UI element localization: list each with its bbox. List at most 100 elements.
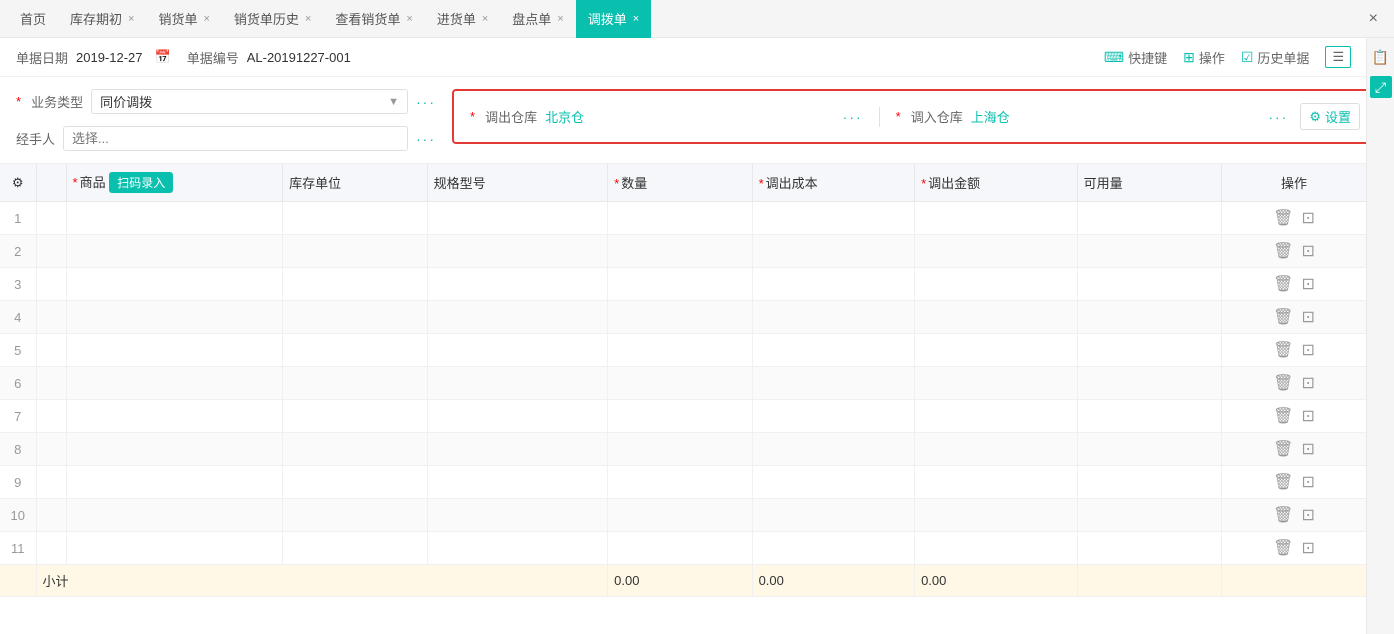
delete-icon-2[interactable]: 🗑 [1273,241,1293,261]
copy-icon-10[interactable]: ⊡ [1301,505,1314,525]
delete-icon-11[interactable]: 🗑 [1273,538,1293,558]
sidebar-note-icon[interactable]: 📋 [1370,46,1392,68]
out-warehouse-dots[interactable]: ··· [843,109,863,125]
copy-icon-4[interactable]: ⊡ [1301,307,1314,327]
tab-close-view-sales[interactable]: × [406,13,412,25]
toolbar-right: ⌨ 快捷键 ⊞ 操作 ☑ 历史单据 ☰ ⊟ [1104,46,1378,68]
row-num-5: 5 [0,334,36,367]
handler-input[interactable] [72,131,399,146]
row-num-9: 9 [0,466,36,499]
delete-icon-4[interactable]: 🗑 [1273,307,1293,327]
tab-close-sales-order[interactable]: × [203,13,209,25]
in-warehouse-dots[interactable]: ··· [1268,109,1288,125]
subtotal-qty: 0.00 [608,565,752,597]
required-star-business: * [16,94,21,109]
table-row: 9 🗑 ⊡ [0,466,1366,499]
business-type-input[interactable] [100,94,388,109]
tab-sales-order[interactable]: 销货单 × [146,0,221,38]
handler-dots[interactable]: ··· [416,131,436,147]
copy-icon-8[interactable]: ⊡ [1301,439,1314,459]
in-warehouse-field: * 调入仓库 上海仓 ··· [896,107,1289,126]
toolbar-left: 单据日期 2019-12-27 📅 单据编号 AL-20191227-001 [16,48,351,67]
row-num-3: 3 [0,268,36,301]
copy-icon-6[interactable]: ⊡ [1301,373,1314,393]
dropdown-arrow-icon[interactable]: ▼ [388,96,399,108]
row-num-10: 10 [0,499,36,532]
main-table: ⚙ *商品 扫码录入 库存单位 规格型号 [0,164,1366,597]
tab-close-purchase-order[interactable]: × [482,13,488,25]
col-amount: *调出金额 [915,164,1078,202]
col-settings[interactable]: ⚙ [0,164,36,202]
calendar-icon[interactable]: 📅 [155,49,171,65]
table-gear-icon[interactable]: ⚙ [12,175,24,190]
tab-purchase-order[interactable]: 进货单 × [425,0,500,38]
copy-icon-7[interactable]: ⊡ [1301,406,1314,426]
shortcuts-button[interactable]: ⌨ 快捷键 [1104,48,1167,67]
business-type-dots[interactable]: ··· [416,94,436,110]
window-close-button[interactable]: × [1361,10,1386,28]
table-row: 1 🗑⊡ [0,202,1366,235]
business-type-select[interactable]: ▼ [91,89,408,114]
tab-sales-history[interactable]: 销货单历史 × [222,0,323,38]
content-body: ⚙ *商品 扫码录入 库存单位 规格型号 [0,164,1366,597]
col-avail: 可用量 [1077,164,1221,202]
delete-icon-6[interactable]: 🗑 [1273,373,1293,393]
subtotal-row: 小计 0.00 0.00 0.00 [0,565,1366,597]
delete-icon-9[interactable]: 🗑 [1273,472,1293,492]
row-num-8: 8 [0,433,36,466]
layout1-icon: ☰ [1332,49,1344,65]
in-warehouse-value: 上海仓 [971,107,1010,126]
out-warehouse-label: 调出仓库 [485,107,537,126]
row-num-6: 6 [0,367,36,400]
layout1-button[interactable]: ☰ [1325,46,1351,68]
business-type-label: 业务类型 [31,92,83,111]
tab-close-transfer-order[interactable]: × [633,13,639,25]
col-unit: 库存单位 [283,164,427,202]
required-star-out: * [470,109,475,124]
tab-transfer-order[interactable]: 调拨单 × [576,0,651,38]
delete-icon-3[interactable]: 🗑 [1273,274,1293,294]
table-row: 10 🗑 ⊡ [0,499,1366,532]
copy-icon-11[interactable]: ⊡ [1301,538,1314,558]
delete-icon-10[interactable]: 🗑 [1273,505,1293,525]
copy-icon-1[interactable]: ⊡ [1301,208,1314,228]
sidebar-expand-icon[interactable]: ⤢ [1370,76,1392,98]
tab-view-sales[interactable]: 查看销货单 × [323,0,424,38]
copy-icon-2[interactable]: ⊡ [1301,241,1314,261]
tab-close-inventory-count[interactable]: × [557,13,563,25]
col-cost: *调出成本 [752,164,915,202]
copy-icon-9[interactable]: ⊡ [1301,472,1314,492]
date-value: 2019-12-27 [76,50,143,65]
tab-inventory-count[interactable]: 盘点单 × [500,0,575,38]
col-spec: 规格型号 [427,164,608,202]
warehouse-panel: * 调出仓库 北京仓 ··· * 调入仓库 上海仓 ··· ⚙ 设置 [452,89,1378,144]
subtotal-label: 小计 [36,565,608,597]
warehouse-settings-button[interactable]: ⚙ 设置 [1300,103,1360,130]
copy-icon-5[interactable]: ⊡ [1301,340,1314,360]
col-op: 操作 [1222,164,1366,202]
tab-home[interactable]: 首页 [8,0,58,38]
delete-icon-8[interactable]: 🗑 [1273,439,1293,459]
history-button[interactable]: ☑ 历史单据 [1241,48,1310,67]
row-num-7: 7 [0,400,36,433]
subtotal-amount: 0.00 [915,565,1078,597]
right-sidebar: 📋 ⤢ [1366,38,1394,634]
date-label: 单据日期 [16,48,68,67]
handler-select[interactable] [63,126,408,151]
table-row: 2 🗑 ⊡ [0,235,1366,268]
history-icon: ☑ [1241,49,1254,66]
tab-close-sales-history[interactable]: × [305,13,311,25]
shortcut-icon: ⌨ [1104,49,1124,66]
scan-button[interactable]: 扫码录入 [109,172,173,193]
row-num-2: 2 [0,235,36,268]
date-field: 单据日期 2019-12-27 📅 [16,48,171,67]
delete-icon-5[interactable]: 🗑 [1273,340,1293,360]
table-row: 5 🗑 ⊡ [0,334,1366,367]
copy-icon-3[interactable]: ⊡ [1301,274,1314,294]
tab-close-inventory-init[interactable]: × [128,13,134,25]
delete-icon-1[interactable]: 🗑 [1273,208,1293,228]
operations-button[interactable]: ⊞ 操作 [1183,48,1225,67]
delete-icon-7[interactable]: 🗑 [1273,406,1293,426]
tab-inventory-init[interactable]: 库存期初 × [58,0,146,38]
tab-bar: 首页 库存期初 × 销货单 × 销货单历史 × 查看销货单 × 进货单 × 盘点… [0,0,1394,38]
